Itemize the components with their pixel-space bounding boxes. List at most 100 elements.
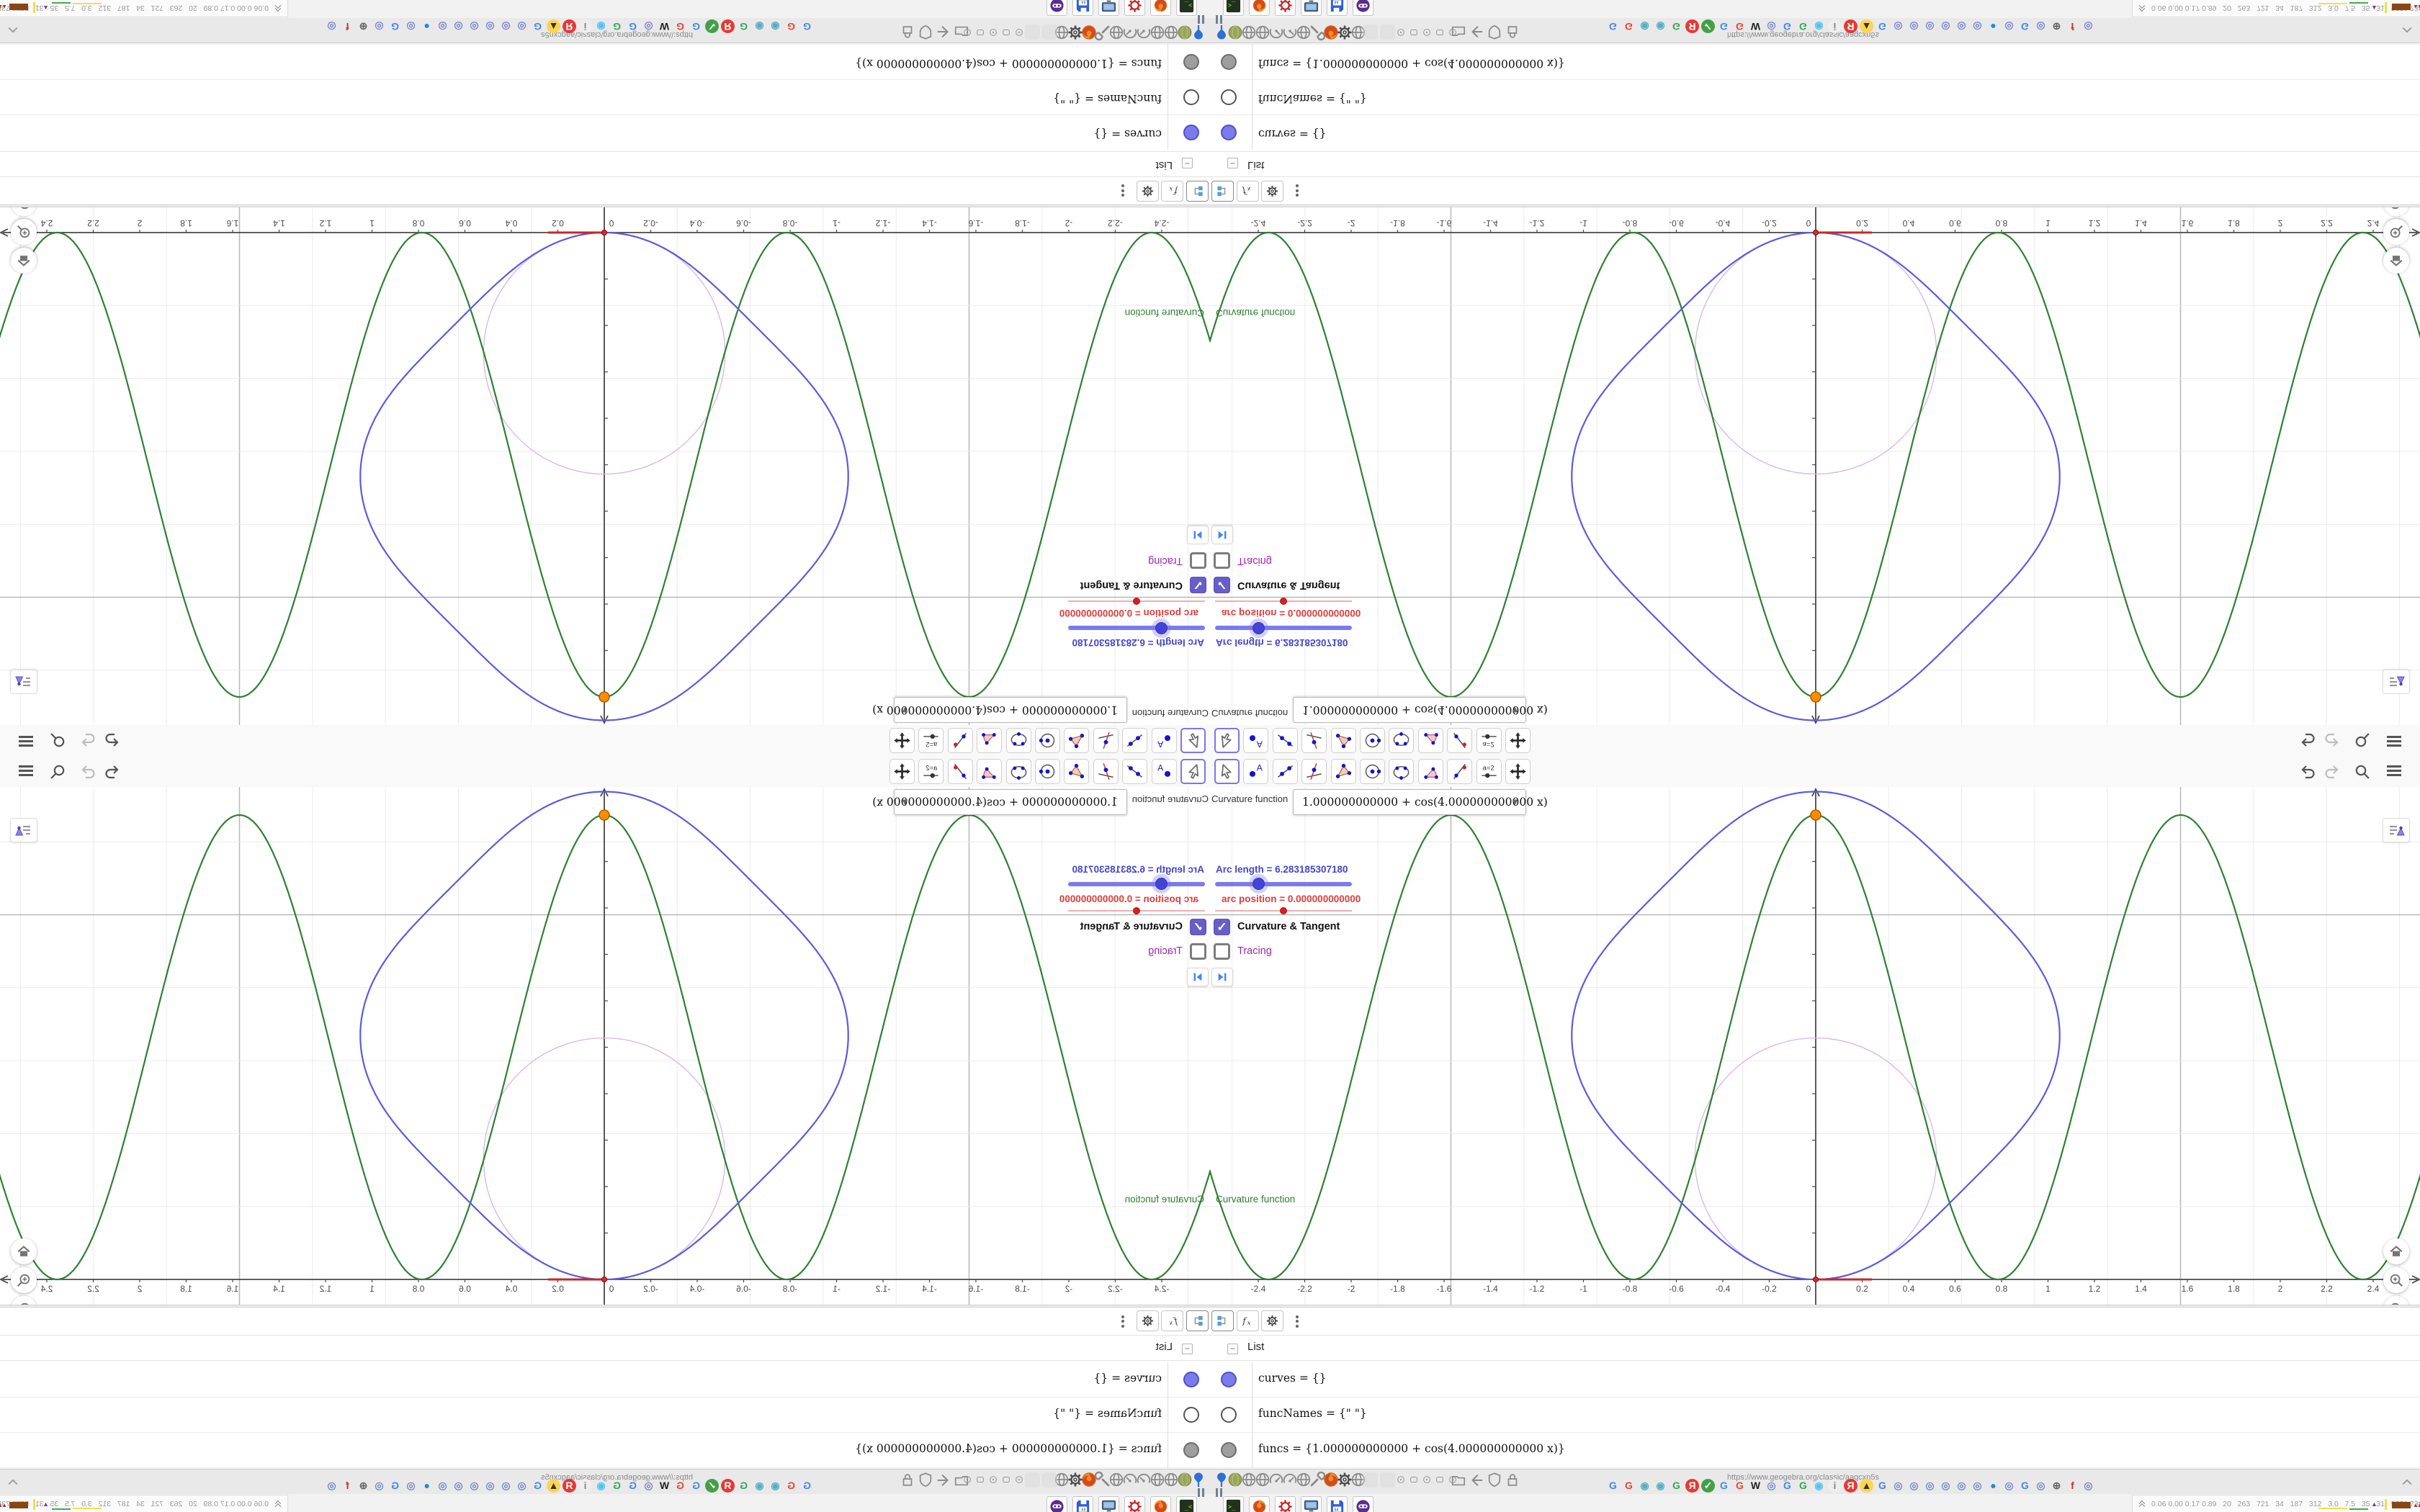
graphics-view[interactable]: -2.4 -2.2 -2 -1.8 -1.6 -1.4 -1.2 -1 -0.8 -0.6 -0.4… [1210, 787, 2420, 1322]
arc-position-slider-handle[interactable] [1280, 598, 1287, 605]
favicon[interactable]: G [1717, 1479, 1731, 1493]
favicon[interactable]: G [1780, 19, 1794, 33]
taskbar-gear-red-icon[interactable] [1275, 1496, 1296, 1512]
tool-circle-button[interactable] [1360, 728, 1385, 753]
algebra-row-value[interactable]: funcNames = {" "} [1053, 92, 1162, 105]
arc-length-slider-handle[interactable] [1155, 878, 1168, 890]
algebra-row-value[interactable]: curves = {} [1258, 127, 1327, 140]
algebra-row-value[interactable]: curves = {} [1258, 1372, 1327, 1385]
algebra-row-value[interactable]: funcs = {1.000000000000 + cos(4.00000000… [855, 57, 1162, 70]
favicon[interactable]: f [341, 1479, 354, 1493]
chevron-up-icon[interactable] [6, 1475, 20, 1487]
curvature-tangent-checkbox[interactable]: ✓ [1214, 577, 1230, 593]
taskbar-monitor-icon[interactable] [1301, 1496, 1322, 1512]
tool-move-graphics-view-button[interactable] [889, 759, 915, 784]
redo-icon[interactable] [2323, 763, 2340, 780]
zoomin-button[interactable] [2383, 1267, 2409, 1293]
tracing-checkbox[interactable] [1214, 943, 1230, 960]
favicon[interactable]: ▲ [547, 19, 560, 33]
tool-reflect-button[interactable] [1447, 759, 1473, 784]
menu-icon[interactable] [2387, 763, 2404, 780]
visibility-marble[interactable] [1183, 89, 1199, 105]
favicon[interactable]: W [1749, 1479, 1762, 1493]
favicon[interactable]: ● [1986, 1479, 2000, 1493]
favicon[interactable]: G [1796, 19, 1810, 33]
favicon[interactable]: ◎ [1939, 1479, 1953, 1493]
favicon[interactable]: G [610, 1479, 624, 1493]
tool-line-button[interactable] [1122, 759, 1148, 784]
tool-perpendicular-line-button[interactable] [1093, 728, 1119, 753]
algebra-row-value[interactable]: curves = {} [1093, 1372, 1162, 1385]
home-button[interactable] [11, 1238, 37, 1264]
taskbar-firefox-tile-icon[interactable] [1249, 1496, 1270, 1512]
tool-slider-button[interactable]: a=2 [1476, 759, 1502, 784]
back-icon[interactable] [1469, 1472, 1484, 1488]
visibility-marble[interactable] [1221, 54, 1237, 70]
lock-icon[interactable] [900, 1472, 915, 1488]
favicon[interactable]: G [1670, 1479, 1683, 1493]
tool-point-button[interactable]: A [1243, 759, 1269, 784]
favicon[interactable]: ◎ [2002, 19, 2016, 33]
favicon[interactable]: G [610, 19, 624, 33]
favicon[interactable]: ◉ [1812, 1479, 1826, 1493]
favicon[interactable]: G [1606, 1479, 1620, 1493]
favicon[interactable]: ◎ [1923, 19, 1937, 33]
back-icon[interactable] [936, 24, 951, 40]
taskbar-floppy-icon[interactable]: 64 [1072, 1496, 1093, 1512]
tool-reflect-button[interactable] [947, 728, 973, 753]
function-dropdown[interactable]: 1.000000000000 + cos(4.000000000000 x) ▼ [872, 697, 1127, 723]
favicon[interactable]: ◎ [1971, 19, 1984, 33]
folder-icon[interactable] [954, 24, 969, 40]
favicon[interactable]: ◎ [1765, 19, 1778, 33]
favicon[interactable]: Я [721, 19, 735, 33]
graphics-stylebar-button[interactable] [10, 818, 37, 842]
favicon[interactable]: ▲ [1860, 1479, 1873, 1493]
algebra-row-value[interactable]: funcNames = {" "} [1053, 1407, 1162, 1420]
favicon[interactable]: f [341, 19, 354, 33]
favicon[interactable]: G [737, 1479, 750, 1493]
algebra-tree-button[interactable] [1211, 1310, 1234, 1331]
favicon[interactable]: ◎ [1955, 19, 1968, 33]
favicon[interactable]: G [388, 1479, 402, 1493]
favicon[interactable]: ● [420, 1479, 434, 1493]
dotc-mini-icon[interactable] [1422, 27, 1432, 37]
visibility-marble[interactable] [1221, 1442, 1237, 1458]
favicon[interactable]: ⊕ [2050, 19, 2063, 33]
favicon[interactable]: ◉ [753, 1479, 766, 1493]
visibility-marble[interactable] [1221, 1407, 1237, 1423]
home-button[interactable] [11, 248, 37, 274]
favicon[interactable]: ◎ [467, 1479, 481, 1493]
favicon[interactable]: Я [721, 1479, 735, 1493]
taskbar-floppy-icon[interactable]: 64 [1327, 1496, 1348, 1512]
graphics-view[interactable]: -2.4 -2.2 -2 -1.8 -1.6 -1.4 -1.2 -1 -0.8 -0.6 -0.4… [0, 190, 1210, 725]
table-row[interactable]: curves = {} [0, 114, 1210, 150]
play-pause-button[interactable] [1211, 526, 1233, 544]
favicon[interactable]: ✓ [705, 19, 719, 33]
tool-conic-button[interactable] [1005, 728, 1031, 753]
favicon[interactable]: ◉ [753, 19, 766, 33]
tool-slider-button[interactable]: a=2 [918, 759, 944, 784]
taskbar-monitor-icon[interactable] [1098, 1496, 1119, 1512]
tool-perpendicular-line-button[interactable] [1301, 728, 1327, 753]
arc-length-slider[interactable] [1068, 882, 1205, 886]
menu-icon[interactable] [2387, 732, 2404, 749]
view-divider[interactable] [1210, 204, 2420, 207]
tool-reflect-button[interactable] [947, 759, 973, 784]
function-dropdown[interactable]: 1.000000000000 + cos(4.000000000000 x) ▼ [1293, 789, 1548, 815]
curvature-tangent-checkbox[interactable]: ✓ [1190, 577, 1206, 593]
chevron-up-icon[interactable] [2400, 1475, 2414, 1487]
kebab-menu-icon[interactable] [1118, 183, 1128, 199]
favicon[interactable]: i [578, 1479, 592, 1493]
favicon[interactable]: ◎ [452, 1479, 465, 1493]
tool-point-button[interactable]: A [1151, 728, 1177, 753]
chevron-double-up-icon[interactable] [2136, 1498, 2148, 1511]
favicon[interactable]: ◎ [1765, 1479, 1778, 1493]
favicon[interactable]: ◎ [1955, 1479, 1968, 1493]
favicon[interactable]: ◎ [1923, 1479, 1937, 1493]
favicon[interactable]: ◎ [372, 19, 386, 33]
favicon[interactable]: ◎ [499, 19, 513, 33]
favicon[interactable]: ◉ [1638, 19, 1652, 33]
taskbar-firefox-tile-icon[interactable] [1150, 0, 1171, 16]
favicon[interactable]: ✓ [705, 1479, 719, 1493]
tool-circle-button[interactable] [1360, 759, 1385, 784]
